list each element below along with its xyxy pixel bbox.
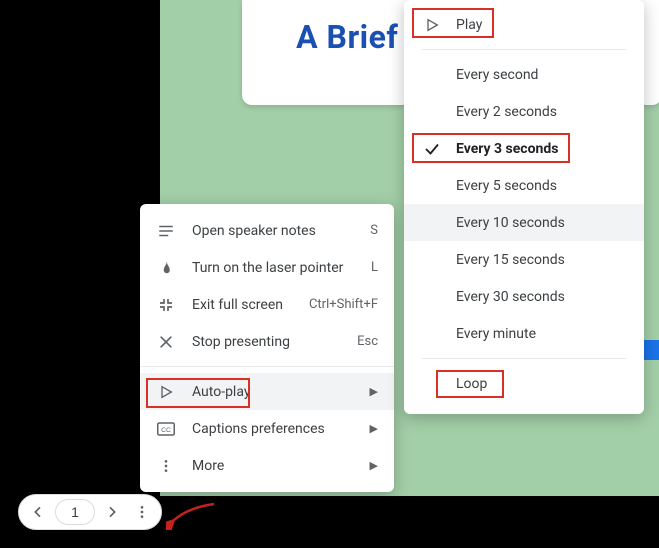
next-slide-button[interactable] bbox=[97, 497, 127, 527]
submenu-item-every-second[interactable]: Every second bbox=[404, 56, 644, 93]
menu-label: Turn on the laser pointer bbox=[192, 260, 355, 276]
menu-separator bbox=[422, 49, 626, 50]
svg-text:CC: CC bbox=[161, 427, 171, 434]
speaker-notes-icon bbox=[156, 222, 176, 240]
menu-label: Captions preferences bbox=[192, 421, 354, 437]
submenu-label: Every 3 seconds bbox=[456, 141, 558, 157]
prev-slide-button[interactable] bbox=[23, 497, 53, 527]
submenu-caret-icon: ▶ bbox=[370, 385, 378, 398]
menu-item-laser-pointer[interactable]: Turn on the laser pointer L bbox=[140, 249, 394, 286]
menu-label: Open speaker notes bbox=[192, 223, 354, 239]
menu-item-auto-play[interactable]: Auto-play ▶ bbox=[140, 373, 394, 410]
submenu-label: Every second bbox=[456, 67, 538, 83]
submenu-label: Every 15 seconds bbox=[456, 252, 565, 268]
menu-item-exit-fullscreen[interactable]: Exit full screen Ctrl+Shift+F bbox=[140, 286, 394, 323]
submenu-item-every-10-seconds[interactable]: Every 10 seconds bbox=[404, 204, 644, 241]
menu-label: Stop presenting bbox=[192, 334, 341, 350]
submenu-item-every-5-seconds[interactable]: Every 5 seconds bbox=[404, 167, 644, 204]
menu-separator bbox=[422, 358, 626, 359]
submenu-item-every-minute[interactable]: Every minute bbox=[404, 315, 644, 352]
submenu-item-loop[interactable]: Loop bbox=[404, 365, 644, 402]
submenu-label: Play bbox=[456, 17, 482, 33]
slide-number-input[interactable] bbox=[55, 499, 95, 525]
captions-icon: CC bbox=[156, 422, 176, 436]
submenu-item-every-15-seconds[interactable]: Every 15 seconds bbox=[404, 241, 644, 278]
menu-shortcut: Ctrl+Shift+F bbox=[309, 297, 378, 312]
check-icon bbox=[422, 140, 442, 158]
submenu-label: Every 2 seconds bbox=[456, 104, 557, 120]
menu-item-stop-presenting[interactable]: Stop presenting Esc bbox=[140, 323, 394, 360]
presenter-context-menu: Open speaker notes S Turn on the laser p… bbox=[140, 204, 394, 492]
more-vert-icon bbox=[156, 458, 176, 474]
annotation-arrow bbox=[166, 500, 216, 530]
menu-shortcut: Esc bbox=[357, 334, 378, 349]
menu-label: Auto-play bbox=[192, 384, 354, 400]
more-options-button[interactable] bbox=[127, 497, 157, 527]
submenu-item-every-3-seconds[interactable]: Every 3 seconds bbox=[404, 130, 644, 167]
submenu-item-play[interactable]: Play bbox=[404, 6, 644, 43]
submenu-caret-icon: ▶ bbox=[370, 459, 378, 472]
menu-item-captions[interactable]: CC Captions preferences ▶ bbox=[140, 410, 394, 447]
exit-fullscreen-icon bbox=[156, 297, 176, 313]
submenu-item-every-2-seconds[interactable]: Every 2 seconds bbox=[404, 93, 644, 130]
play-icon bbox=[156, 384, 176, 400]
menu-shortcut: S bbox=[370, 223, 378, 238]
slide-nav-toolbar bbox=[18, 494, 162, 530]
submenu-label: Every 30 seconds bbox=[456, 289, 565, 305]
submenu-label: Every minute bbox=[456, 326, 536, 342]
play-icon bbox=[422, 17, 442, 33]
menu-label: More bbox=[192, 458, 354, 474]
submenu-label: Every 5 seconds bbox=[456, 178, 557, 194]
submenu-label: Every 10 seconds bbox=[456, 215, 565, 231]
menu-item-more[interactable]: More ▶ bbox=[140, 447, 394, 484]
menu-separator bbox=[140, 366, 394, 367]
autoplay-submenu: Play Every second Every 2 seconds Every … bbox=[404, 0, 644, 414]
close-icon bbox=[156, 334, 176, 350]
submenu-label: Loop bbox=[456, 376, 487, 392]
menu-shortcut: L bbox=[371, 260, 378, 275]
menu-item-speaker-notes[interactable]: Open speaker notes S bbox=[140, 212, 394, 249]
submenu-item-every-30-seconds[interactable]: Every 30 seconds bbox=[404, 278, 644, 315]
laser-pointer-icon bbox=[156, 259, 176, 277]
submenu-caret-icon: ▶ bbox=[370, 422, 378, 435]
menu-label: Exit full screen bbox=[192, 297, 293, 313]
